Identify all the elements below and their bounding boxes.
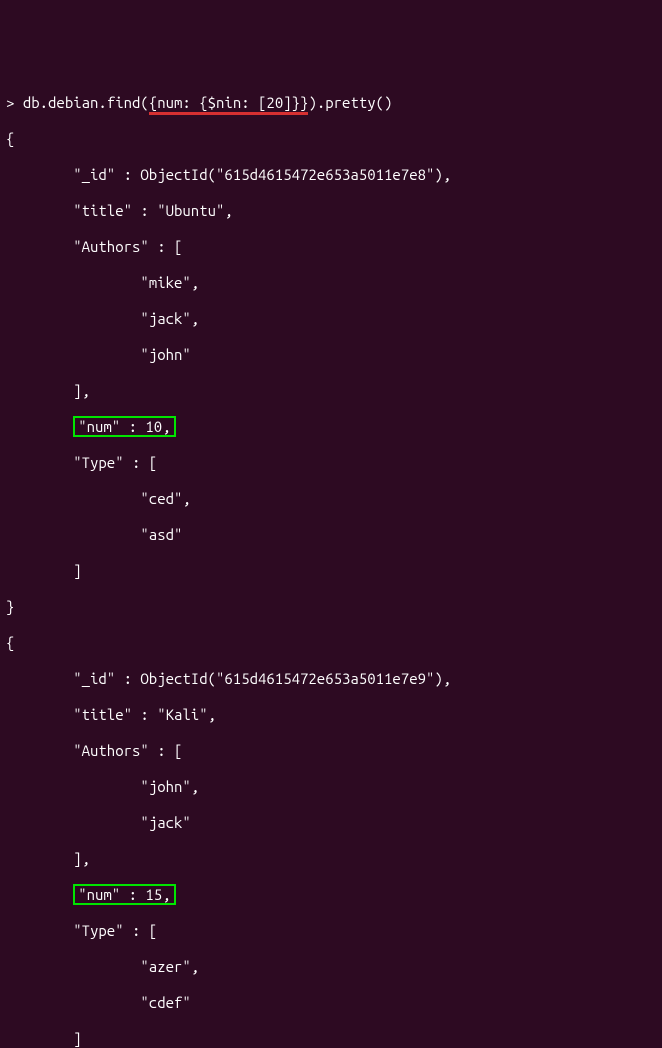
num-highlight: "num" : 15, xyxy=(73,884,175,905)
doc-author-item: "john", xyxy=(6,778,656,796)
doc-type-item: "asd" xyxy=(6,526,656,544)
doc-open: { xyxy=(6,634,656,652)
doc-author-item: "jack", xyxy=(6,310,656,328)
doc-authors-open: "Authors" : [ xyxy=(6,238,656,256)
doc-title: "title" : "Ubuntu", xyxy=(6,202,656,220)
doc-authors-close: ], xyxy=(6,850,656,868)
doc-close: } xyxy=(6,598,656,616)
doc-type-open: "Type" : [ xyxy=(6,454,656,472)
doc-title: "title" : "Kali", xyxy=(6,706,656,724)
doc-type-open: "Type" : [ xyxy=(6,922,656,940)
terminal-output: > db.debian.find({num: {$nin: [20]}}).pr… xyxy=(6,76,656,1048)
prompt-symbol: > xyxy=(6,94,23,111)
doc-type-item: "ced", xyxy=(6,490,656,508)
cmd-prefix: db.debian.find( xyxy=(23,94,149,111)
doc-authors-close: ], xyxy=(6,382,656,400)
cmd-suffix: ).pretty() xyxy=(308,94,392,111)
doc-type-item: "azer", xyxy=(6,958,656,976)
doc-open: { xyxy=(6,130,656,148)
num-highlight: "num" : 10, xyxy=(73,416,175,437)
doc-author-item: "john" xyxy=(6,346,656,364)
doc-id: "_id" : ObjectId("615d4615472e653a5011e7… xyxy=(6,670,656,688)
doc-id: "_id" : ObjectId("615d4615472e653a5011e7… xyxy=(6,166,656,184)
doc-type-close: ] xyxy=(6,1030,656,1048)
doc-author-item: "mike", xyxy=(6,274,656,292)
doc-type-item: "cdef" xyxy=(6,994,656,1012)
doc-num-line: "num" : 10, xyxy=(6,418,656,436)
doc-authors-open: "Authors" : [ xyxy=(6,742,656,760)
command-line[interactable]: > db.debian.find({num: {$nin: [20]}}).pr… xyxy=(6,94,656,112)
doc-num-line: "num" : 15, xyxy=(6,886,656,904)
doc-type-close: ] xyxy=(6,562,656,580)
doc-author-item: "jack" xyxy=(6,814,656,832)
cmd-highlight: {num: {$nin: [20]}} xyxy=(149,94,309,115)
